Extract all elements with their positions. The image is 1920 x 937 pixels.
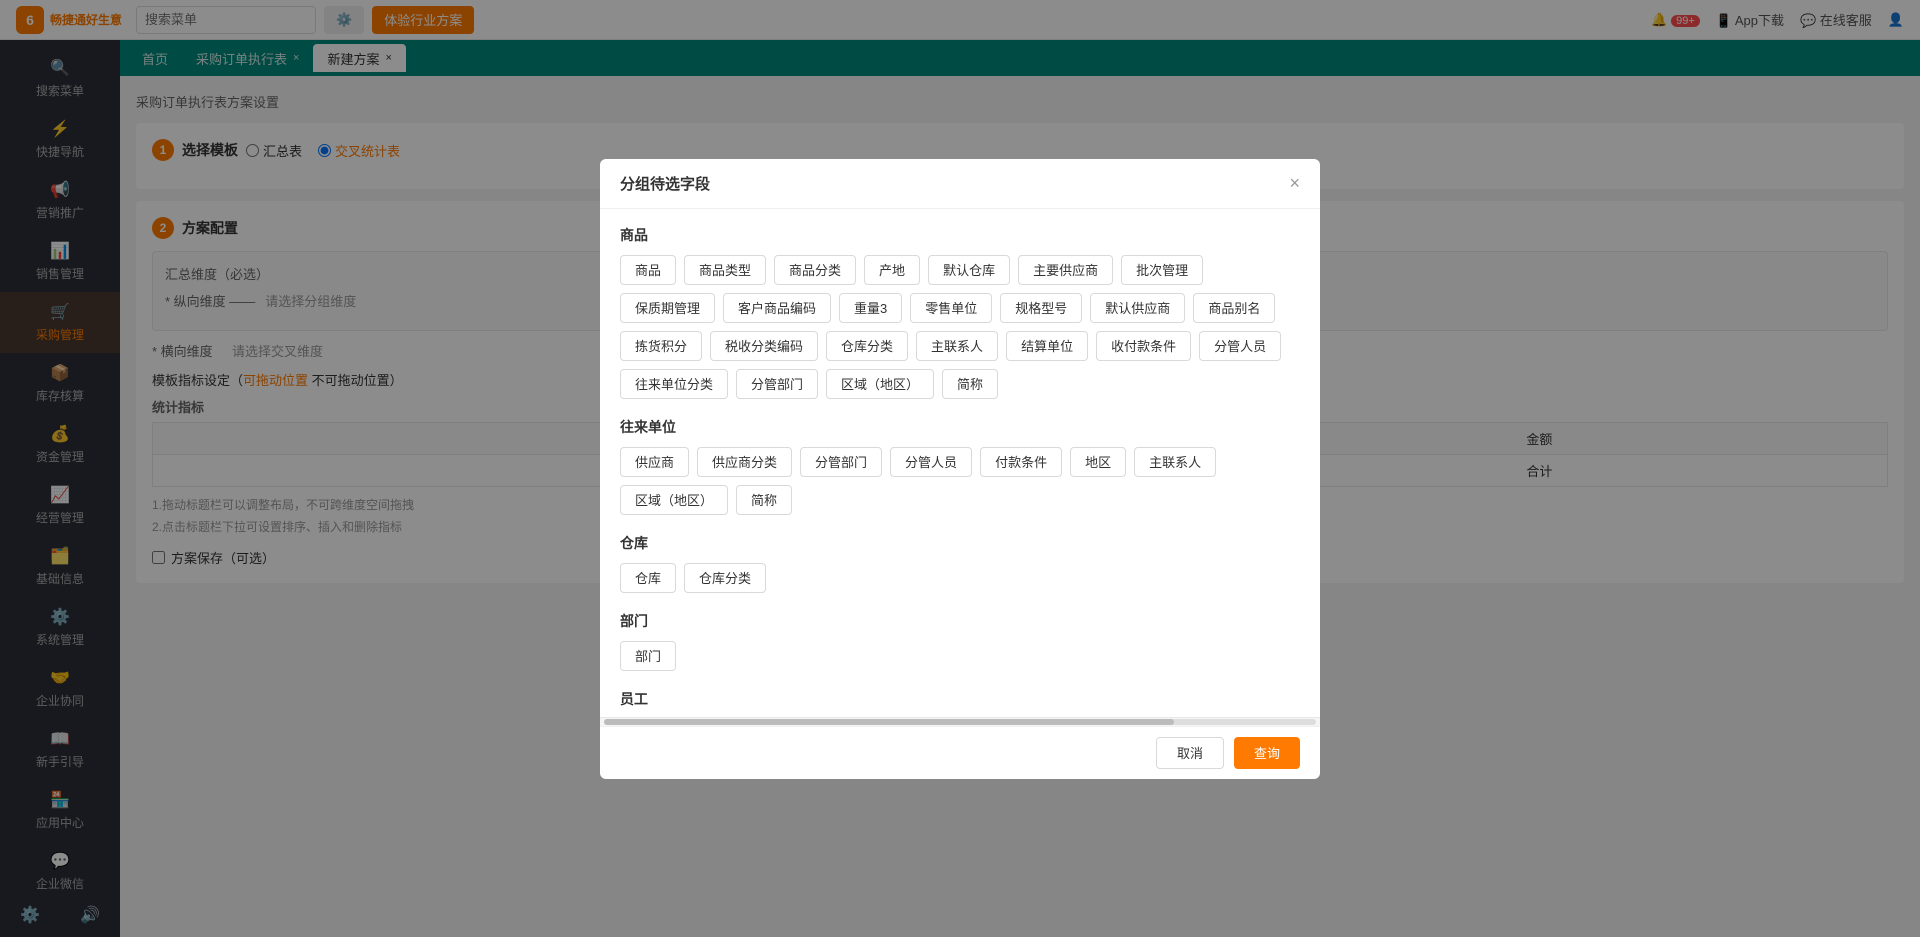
field-tag-abbrev-partner[interactable]: 简称 [736,485,792,515]
field-tag-payment-terms[interactable]: 收付款条件 [1096,331,1191,361]
confirm-button[interactable]: 查询 [1234,737,1300,769]
cancel-button[interactable]: 取消 [1156,737,1224,769]
field-tag-retail-unit[interactable]: 零售单位 [910,293,992,323]
dialog-hscroll[interactable] [600,717,1320,726]
section-dept-title: 部门 [620,611,1300,631]
field-tag-tax-code[interactable]: 税收分类编码 [710,331,818,361]
dialog-title: 分组待选字段 [620,173,710,194]
section-partner: 往来单位 供应商 供应商分类 分管部门 分管人员 付款条件 地区 主联系人 区域… [620,417,1300,515]
field-tag-region-partner[interactable]: 区域（地区） [620,485,728,515]
field-tag-supplier-category[interactable]: 供应商分类 [697,447,792,477]
field-select-dialog: 分组待选字段 × 商品 商品 商品类型 商品分类 产地 默认仓库 主要供应商 批… [600,159,1320,779]
field-tag-payment-cond[interactable]: 付款条件 [980,447,1062,477]
field-tag-person-partner[interactable]: 分管人员 [890,447,972,477]
section-dept-fields: 部门 [620,641,1300,671]
field-tag-shelf-life[interactable]: 保质期管理 [620,293,715,323]
section-partner-title: 往来单位 [620,417,1300,437]
field-tag-product[interactable]: 商品 [620,255,676,285]
field-tag-region-product[interactable]: 区域（地区） [826,369,934,399]
section-warehouse: 仓库 仓库 仓库分类 [620,533,1300,593]
section-product-title: 商品 [620,225,1300,245]
field-tag-product-type[interactable]: 商品类型 [684,255,766,285]
field-tag-area-partner[interactable]: 地区 [1070,447,1126,477]
dialog-footer: 取消 查询 [600,726,1320,779]
field-tag-supplier[interactable]: 供应商 [620,447,689,477]
field-tag-main-contact[interactable]: 主联系人 [916,331,998,361]
section-warehouse-fields: 仓库 仓库分类 [620,563,1300,593]
section-staff-title: 员工 [620,689,1300,709]
dialog-header: 分组待选字段 × [600,159,1320,209]
field-tag-batch-mgmt[interactable]: 批次管理 [1121,255,1203,285]
field-tag-contact-partner[interactable]: 主联系人 [1134,447,1216,477]
dialog-overlay: 分组待选字段 × 商品 商品 商品类型 商品分类 产地 默认仓库 主要供应商 批… [0,0,1920,937]
field-tag-warehouse-cat[interactable]: 仓库分类 [684,563,766,593]
field-tag-default-supplier[interactable]: 默认供应商 [1090,293,1185,323]
section-warehouse-title: 仓库 [620,533,1300,553]
field-tag-dept-partner[interactable]: 分管部门 [800,447,882,477]
field-tag-warehouse-category[interactable]: 仓库分类 [826,331,908,361]
field-tag-default-warehouse[interactable]: 默认仓库 [928,255,1010,285]
field-tag-product-category[interactable]: 商品分类 [774,255,856,285]
field-tag-abbrev-product[interactable]: 简称 [942,369,998,399]
section-staff: 员工 业务员 [620,689,1300,717]
field-tag-origin[interactable]: 产地 [864,255,920,285]
field-tag-pick-points[interactable]: 拣货积分 [620,331,702,361]
section-partner-fields: 供应商 供应商分类 分管部门 分管人员 付款条件 地区 主联系人 区域（地区） … [620,447,1300,515]
section-product-fields: 商品 商品类型 商品分类 产地 默认仓库 主要供应商 批次管理 保质期管理 客户… [620,255,1300,399]
field-tag-settlement-unit[interactable]: 结算单位 [1006,331,1088,361]
field-tag-warehouse[interactable]: 仓库 [620,563,676,593]
dialog-body[interactable]: 商品 商品 商品类型 商品分类 产地 默认仓库 主要供应商 批次管理 保质期管理… [600,209,1320,717]
field-tag-manager[interactable]: 分管人员 [1199,331,1281,361]
dialog-close-button[interactable]: × [1289,173,1300,194]
field-tag-product-alias[interactable]: 商品别名 [1193,293,1275,323]
field-tag-spec-model[interactable]: 规格型号 [1000,293,1082,323]
field-tag-dept-mgmt[interactable]: 分管部门 [736,369,818,399]
field-tag-dept[interactable]: 部门 [620,641,676,671]
field-tag-customer-code[interactable]: 客户商品编码 [723,293,831,323]
section-product: 商品 商品 商品类型 商品分类 产地 默认仓库 主要供应商 批次管理 保质期管理… [620,225,1300,399]
field-tag-partner-category[interactable]: 往来单位分类 [620,369,728,399]
field-tag-weight3[interactable]: 重量3 [839,293,902,323]
field-tag-main-supplier[interactable]: 主要供应商 [1018,255,1113,285]
section-dept: 部门 部门 [620,611,1300,671]
